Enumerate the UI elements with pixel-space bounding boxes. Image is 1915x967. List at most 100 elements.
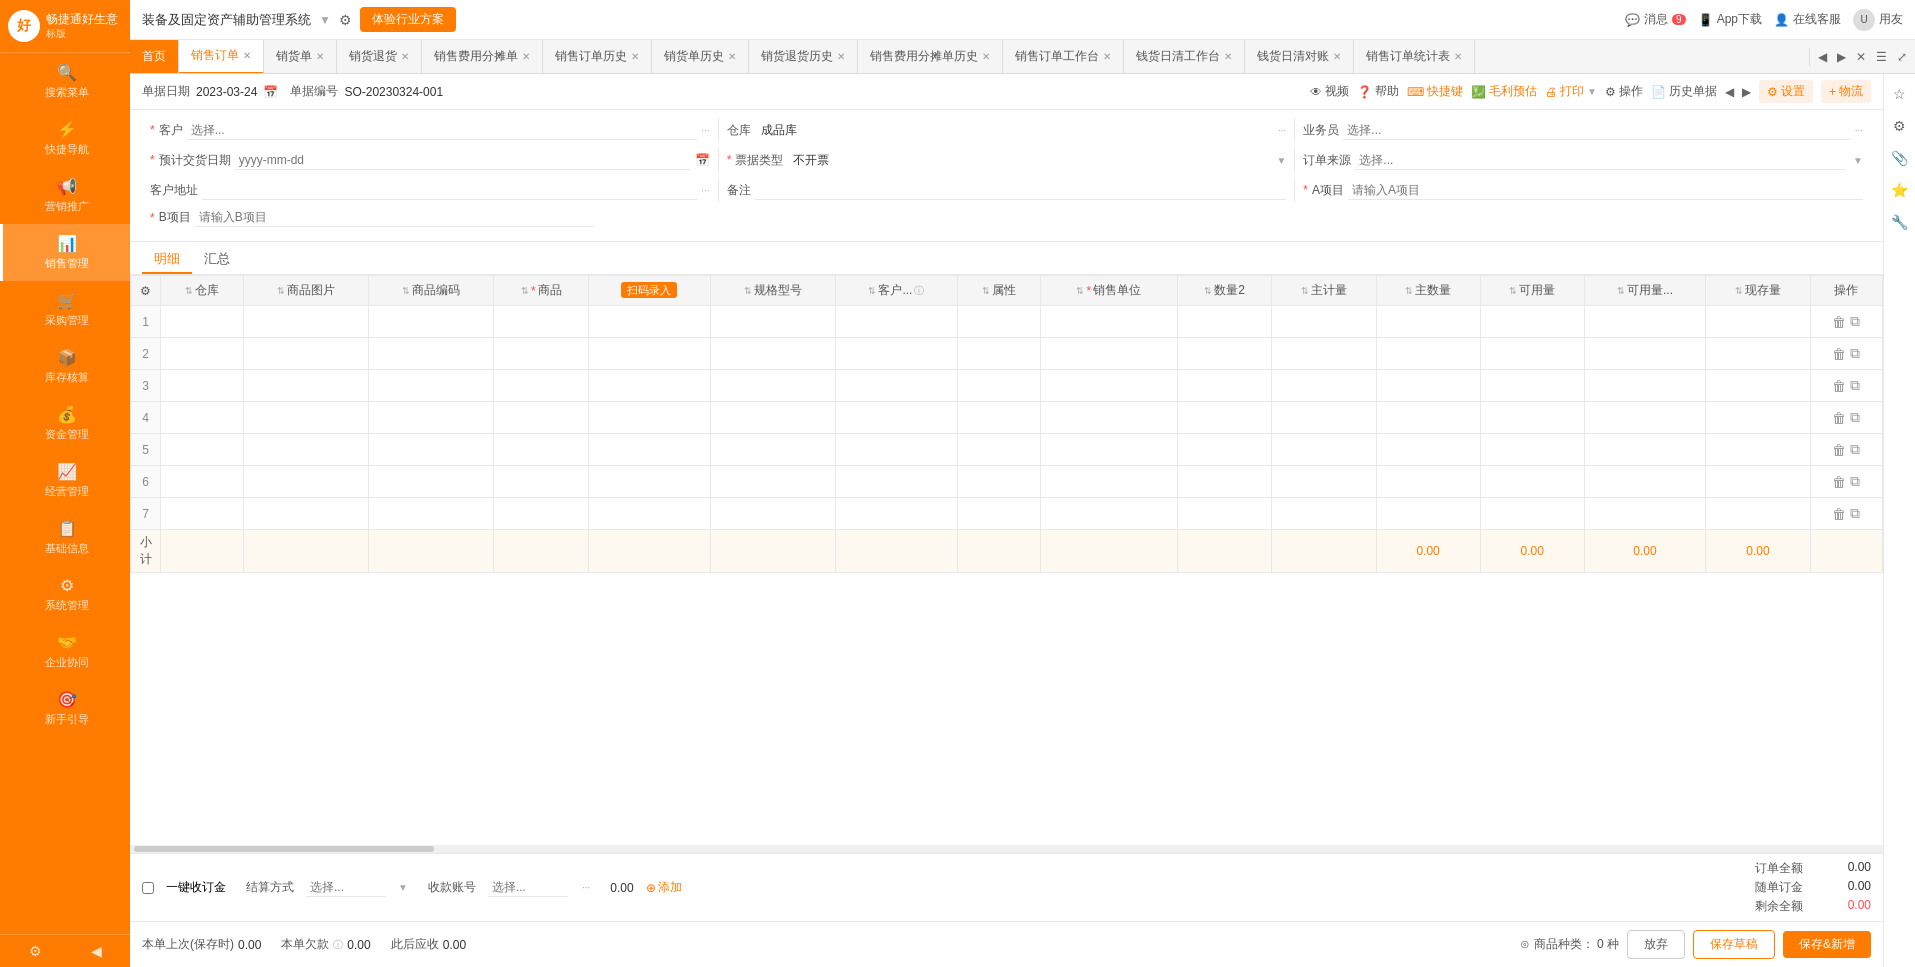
sort-icon[interactable]: ⇅ [277,286,285,296]
tab-prev-arrow[interactable]: ◀ [1814,48,1831,66]
cell-product[interactable] [494,434,589,466]
tab-close-icon[interactable]: ✕ [243,50,251,61]
message-button[interactable]: 💬 消息 9 [1625,11,1686,28]
history-action[interactable]: 📄 历史单据 [1651,83,1717,100]
cell-image[interactable] [243,306,368,338]
sidebar-item-快捷导航[interactable]: ⚡快捷导航 [0,110,130,167]
sort-icon[interactable]: ⇅ [1204,286,1212,296]
col-spec[interactable]: ⇅规格型号 [710,276,835,306]
sort-icon[interactable]: ⇅ [521,286,529,296]
cell-available2[interactable] [1584,434,1706,466]
cell-available2[interactable] [1584,466,1706,498]
detail-tab-明细[interactable]: 明细 [142,246,192,274]
cell-customer_code[interactable] [836,402,958,434]
cell-current[interactable] [1706,306,1810,338]
account-more-icon[interactable]: ··· [582,882,590,893]
col-code[interactable]: ⇅商品编码 [369,276,494,306]
save-new-button[interactable]: 保存&新增 [1783,931,1871,958]
profit-action[interactable]: 💹 毛利预估 [1471,83,1537,100]
delivery-input[interactable] [235,151,691,170]
cell-warehouse[interactable] [161,434,244,466]
sidebar-item-新手引导[interactable]: 🎯新手引导 [0,680,130,737]
tab-close-icon[interactable]: ✕ [1333,51,1341,62]
sidebar-item-库存核算[interactable]: 📦库存核算 [0,338,130,395]
row-copy-btn[interactable]: ⧉ [1850,505,1860,522]
cell-main_unit[interactable] [1272,434,1376,466]
sort-icon[interactable]: ⇅ [1301,286,1309,296]
cell-attr[interactable] [957,402,1040,434]
cell-image[interactable] [243,466,368,498]
cell-customer_code[interactable] [836,306,958,338]
cell-attr[interactable] [957,370,1040,402]
detail-tab-汇总[interactable]: 汇总 [192,246,242,274]
payment-input[interactable] [306,878,386,897]
sort-icon[interactable]: ⇅ [744,286,752,296]
cell-attr[interactable] [957,466,1040,498]
tab-close-icon[interactable]: ✕ [1454,51,1462,62]
cell-scan[interactable] [589,498,711,530]
sidebar-item-企业协同[interactable]: 🤝企业协同 [0,623,130,680]
cell-qty2[interactable] [1177,370,1272,402]
cell-scan[interactable] [589,338,711,370]
tab-销售费用分摊单[interactable]: 销售费用分摊单✕ [422,40,543,74]
cell-main_unit[interactable] [1272,338,1376,370]
row-delete-btn[interactable]: 🗑 [1832,410,1846,426]
tab-首页[interactable]: 首页 [130,40,179,74]
cell-available[interactable] [1480,338,1584,370]
cell-product[interactable] [494,498,589,530]
cell-current[interactable] [1706,466,1810,498]
tab-expand-icon[interactable]: ⤢ [1893,48,1911,66]
sidebar-item-资金管理[interactable]: 💰资金管理 [0,395,130,452]
cell-unit[interactable] [1040,402,1177,434]
row-copy-btn[interactable]: ⧉ [1850,345,1860,362]
cell-scan[interactable] [589,370,711,402]
right-btn-5[interactable]: 🔧 [1888,210,1912,234]
row-copy-btn[interactable]: ⧉ [1850,409,1860,426]
sort-icon[interactable]: ⇅ [982,286,990,296]
cell-qty2[interactable] [1177,434,1272,466]
cell-code[interactable] [369,306,494,338]
cell-qty2[interactable] [1177,338,1272,370]
right-btn-4[interactable]: ⭐ [1888,178,1912,202]
tab-close-icon[interactable]: ✕ [728,51,736,62]
tab-close-icon[interactable]: ✕ [1224,51,1232,62]
col-main_unit[interactable]: ⇅主计量 [1272,276,1376,306]
tab-销货单历史[interactable]: 销货单历史✕ [652,40,749,74]
cell-code[interactable] [369,370,494,402]
row-copy-btn[interactable]: ⧉ [1850,313,1860,330]
cell-warehouse[interactable] [161,306,244,338]
scroll-bar[interactable] [134,846,434,852]
cell-main_qty[interactable] [1376,338,1480,370]
tab-next-arrow[interactable]: ▶ [1833,48,1850,66]
online-service-button[interactable]: 👤 在线客服 [1774,11,1841,28]
solution-button[interactable]: 体验行业方案 [360,7,456,32]
sidebar-item-销售管理[interactable]: 📊销售管理 [0,224,130,281]
col-product[interactable]: ⇅*商品 [494,276,589,306]
cell-warehouse[interactable] [161,338,244,370]
cell-code[interactable] [369,338,494,370]
row-copy-btn[interactable]: ⧉ [1850,441,1860,458]
calendar-icon[interactable]: 📅 [263,85,278,99]
nav-next-icon[interactable]: ▶ [1742,85,1751,99]
cell-image[interactable] [243,434,368,466]
cell-main_unit[interactable] [1272,402,1376,434]
sort-icon[interactable]: ⇅ [1076,286,1084,296]
cell-unit[interactable] [1040,434,1177,466]
cell-available2[interactable] [1584,306,1706,338]
cell-customer_code[interactable] [836,338,958,370]
cell-image[interactable] [243,498,368,530]
row-delete-btn[interactable]: 🗑 [1832,346,1846,362]
cell-spec[interactable] [710,434,835,466]
cell-available[interactable] [1480,498,1584,530]
col-qty2[interactable]: ⇅数量2 [1177,276,1272,306]
col-attr[interactable]: ⇅属性 [957,276,1040,306]
sort-icon[interactable]: ⇅ [1617,286,1625,296]
cell-ops[interactable]: 🗑⧉ [1810,498,1883,530]
row-delete-btn[interactable]: 🗑 [1832,378,1846,394]
cell-customer_code[interactable] [836,498,958,530]
cell-unit[interactable] [1040,370,1177,402]
cell-code[interactable] [369,498,494,530]
row-delete-btn[interactable]: 🗑 [1832,314,1846,330]
cell-qty2[interactable] [1177,498,1272,530]
sidebar-item-采购管理[interactable]: 🛒采购管理 [0,281,130,338]
